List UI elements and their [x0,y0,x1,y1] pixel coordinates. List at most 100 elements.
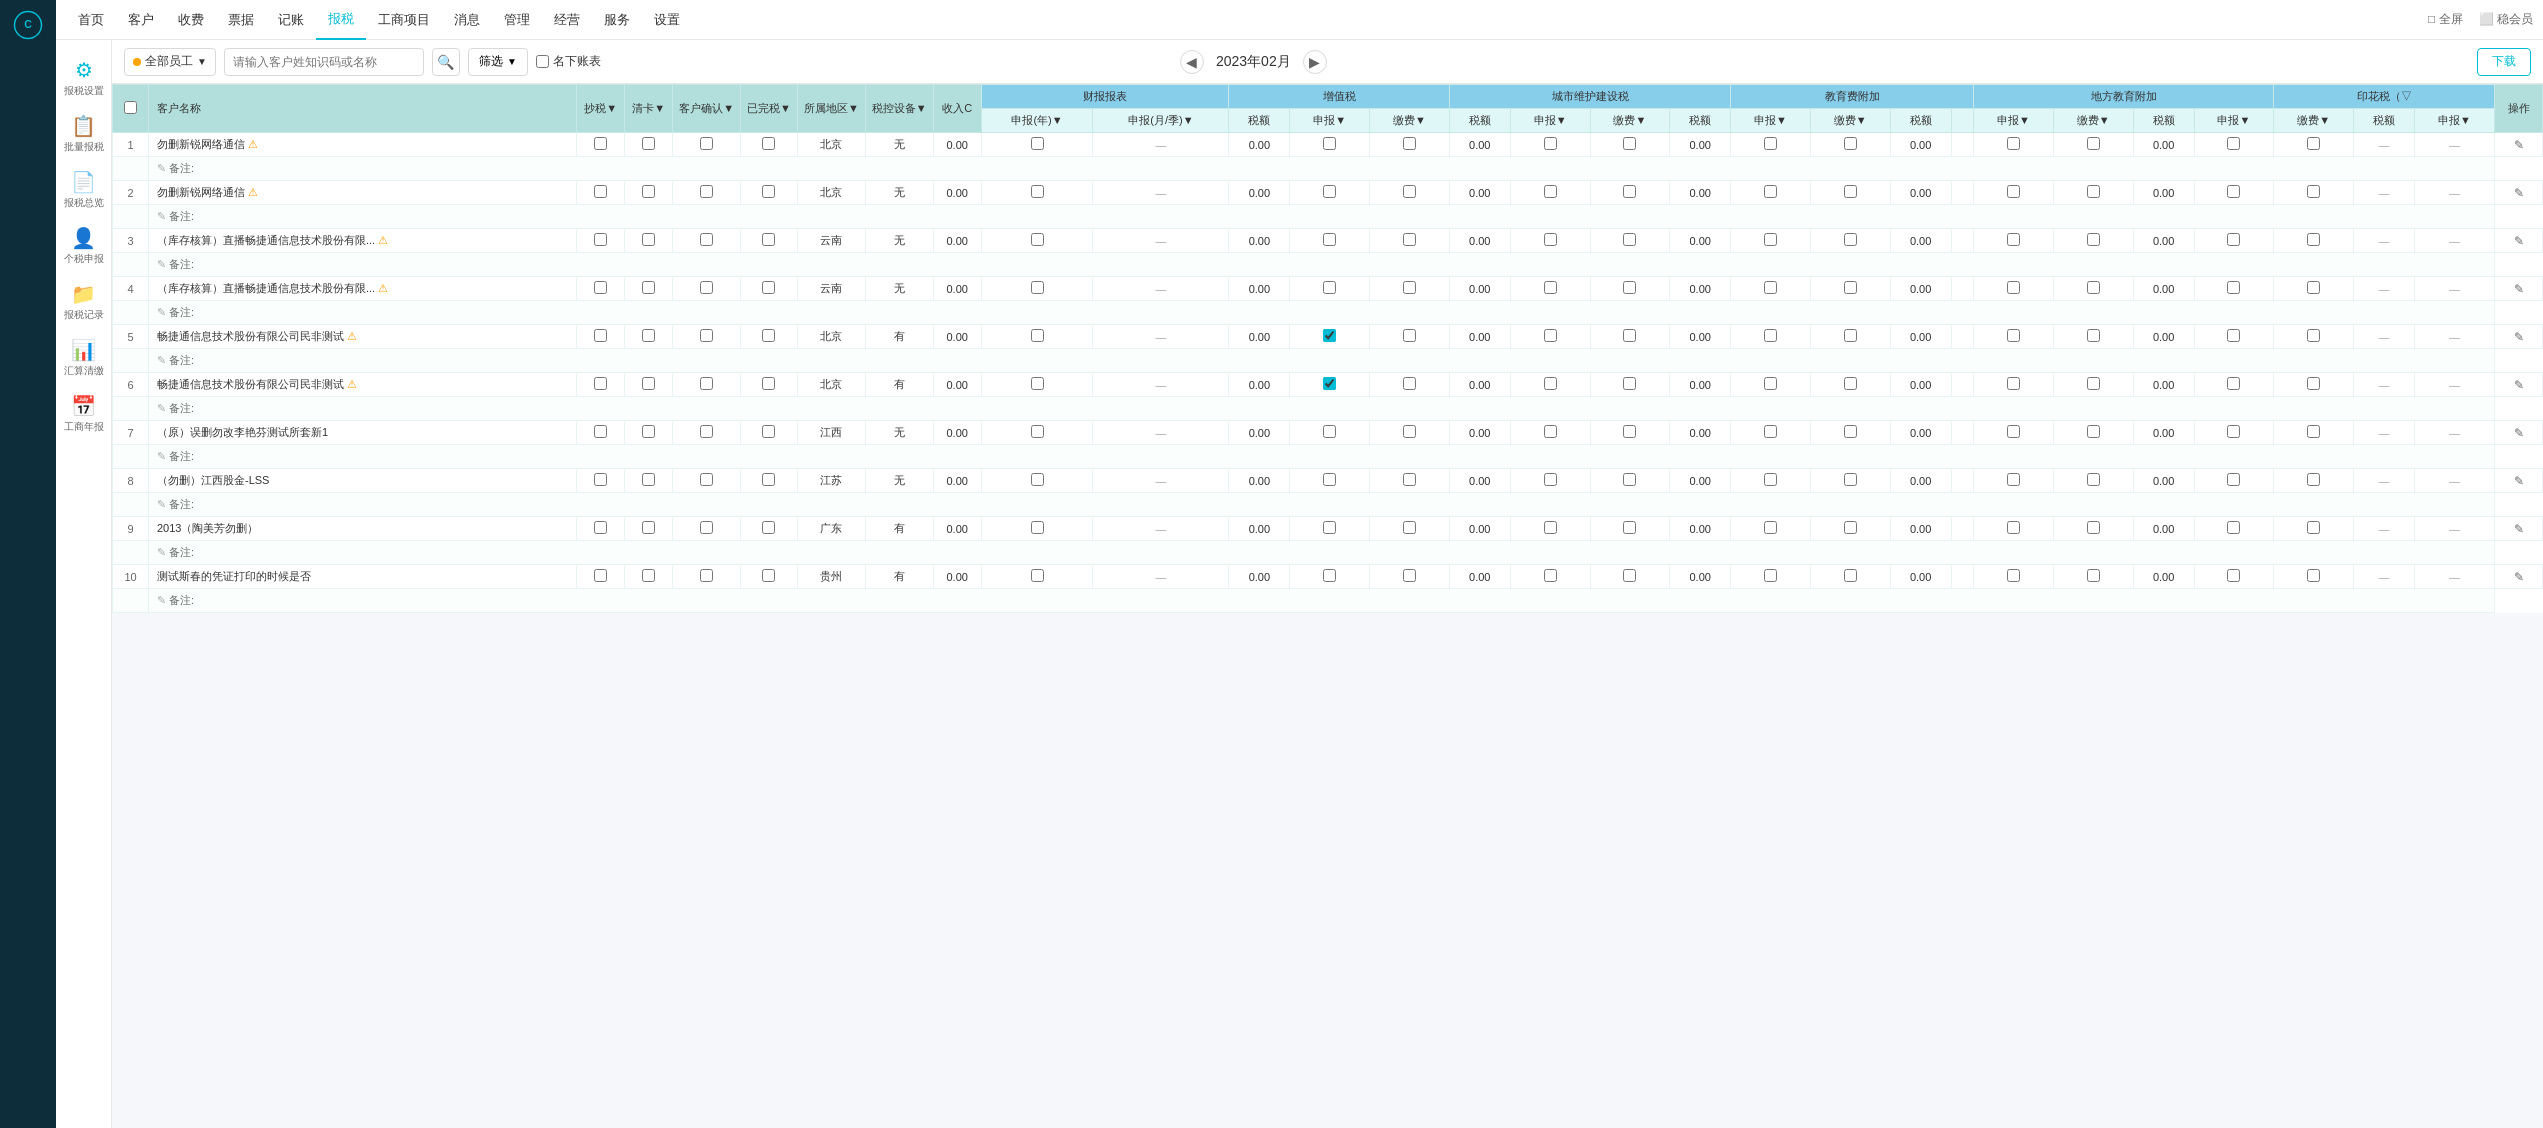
vat-pay-cb[interactable] [1403,137,1416,150]
chaoshui-checkbox[interactable] [594,569,607,582]
cell-urban-pay[interactable] [1590,517,1670,541]
urban-pay-cb[interactable] [1623,521,1636,534]
vat-pay-cb[interactable] [1403,185,1416,198]
cell-chaoshui[interactable] [577,517,625,541]
cell-caibao-year[interactable] [981,325,1093,349]
cell-urban-declare[interactable] [1510,421,1590,445]
remark-pencil-icon[interactable]: ✎ [157,354,166,366]
nav-tax[interactable]: 报税 [316,0,366,40]
caibao-year-cb[interactable] [1031,281,1044,294]
cell-vat-declare[interactable] [1290,469,1370,493]
urban-dec-cb[interactable] [1544,521,1557,534]
paid-checkbox[interactable] [762,425,775,438]
sidebar-item-tax-report[interactable]: 📄 报税总览 [57,162,111,216]
cell-local-declare2[interactable] [2194,325,2274,349]
cell-caibao-year[interactable] [981,277,1093,301]
cell-urban-declare[interactable] [1510,181,1590,205]
cell-urban-pay[interactable] [1590,229,1670,253]
confirm-checkbox[interactable] [700,329,713,342]
cell-local-declare2[interactable] [2194,565,2274,589]
cell-action[interactable]: ✎ [2495,565,2543,589]
cell-urban-declare[interactable] [1510,277,1590,301]
sidebar-item-summary[interactable]: 📊 汇算清缴 [57,330,111,384]
caibao-year-cb[interactable] [1031,569,1044,582]
cell-edu-declare[interactable] [1731,277,1811,301]
local-dec2-cb[interactable] [2227,377,2240,390]
cell-local-pay[interactable] [2053,517,2133,541]
caibao-year-cb[interactable] [1031,137,1044,150]
cell-action[interactable]: ✎ [2495,373,2543,397]
cell-chaoshui[interactable] [577,373,625,397]
confirm-checkbox[interactable] [700,473,713,486]
urban-pay-cb[interactable] [1623,569,1636,582]
vat-dec-cb[interactable] [1323,185,1336,198]
stamp-pay-cb[interactable] [2307,329,2320,342]
nav-invoice[interactable]: 票据 [216,0,266,40]
cell-local-pay[interactable] [2053,565,2133,589]
cell-qingka[interactable] [625,229,673,253]
chaoshui-checkbox[interactable] [594,521,607,534]
confirm-checkbox[interactable] [700,137,713,150]
cell-action[interactable]: ✎ [2495,469,2543,493]
cell-urban-pay[interactable] [1590,325,1670,349]
urban-dec-cb[interactable] [1544,569,1557,582]
cell-local-declare2[interactable] [2194,277,2274,301]
cell-action[interactable]: ✎ [2495,277,2543,301]
search-button[interactable]: 🔍 [432,48,460,76]
edu-dec-cb[interactable] [1764,569,1777,582]
remark-pencil-icon[interactable]: ✎ [157,498,166,510]
cell-urban-declare[interactable] [1510,325,1590,349]
cell-paid[interactable] [741,229,798,253]
cell-vat-declare[interactable] [1290,421,1370,445]
fullscreen-btn[interactable]: □ 全屏 [2428,11,2463,28]
download-button[interactable]: 下载 [2477,48,2531,76]
local-dec-cb[interactable] [2007,185,2020,198]
qingka-checkbox[interactable] [642,521,655,534]
edu-dec-cb[interactable] [1764,425,1777,438]
remark-pencil-icon[interactable]: ✎ [157,450,166,462]
urban-pay-cb[interactable] [1623,425,1636,438]
vat-pay-cb[interactable] [1403,425,1416,438]
urban-dec-cb[interactable] [1544,377,1557,390]
cell-local-declare[interactable] [1974,277,2054,301]
edu-pay-cb[interactable] [1844,377,1857,390]
cell-chaoshui[interactable] [577,133,625,157]
cell-urban-declare[interactable] [1510,373,1590,397]
cell-local-declare[interactable] [1974,421,2054,445]
vat-dec-cb[interactable] [1323,521,1336,534]
cell-confirm[interactable] [673,181,741,205]
cell-local-declare2[interactable] [2194,229,2274,253]
cell-action[interactable]: ✎ [2495,421,2543,445]
paid-checkbox[interactable] [762,377,775,390]
cell-local-pay[interactable] [2053,421,2133,445]
cell-stamp-pay[interactable] [2274,421,2354,445]
paid-checkbox[interactable] [762,137,775,150]
vat-pay-cb[interactable] [1403,473,1416,486]
cell-confirm[interactable] [673,517,741,541]
checkbox-label[interactable]: 名下账表 [536,53,601,70]
cell-edu-pay[interactable] [1810,325,1890,349]
cell-action[interactable]: ✎ [2495,325,2543,349]
cell-vat-pay[interactable] [1370,373,1450,397]
search-input[interactable] [224,48,424,76]
nav-home[interactable]: 首页 [66,0,116,40]
edu-pay-cb[interactable] [1844,473,1857,486]
local-dec2-cb[interactable] [2227,185,2240,198]
edit-icon[interactable]: ✎ [2514,330,2524,344]
cell-urban-pay[interactable] [1590,277,1670,301]
cell-vat-pay[interactable] [1370,517,1450,541]
paid-checkbox[interactable] [762,281,775,294]
cell-local-declare2[interactable] [2194,517,2274,541]
cell-edu-declare[interactable] [1731,421,1811,445]
next-page-button[interactable]: ▶ [1303,50,1327,74]
sidebar-item-personal-tax[interactable]: 👤 个税申报 [57,218,111,272]
cell-edu-pay[interactable] [1810,517,1890,541]
cell-edu-pay[interactable] [1810,277,1890,301]
caibao-year-cb[interactable] [1031,521,1044,534]
cell-chaoshui[interactable] [577,181,625,205]
cell-urban-pay[interactable] [1590,133,1670,157]
edit-icon[interactable]: ✎ [2514,474,2524,488]
edu-dec-cb[interactable] [1764,329,1777,342]
cell-edu-pay[interactable] [1810,229,1890,253]
cell-local-pay[interactable] [2053,469,2133,493]
